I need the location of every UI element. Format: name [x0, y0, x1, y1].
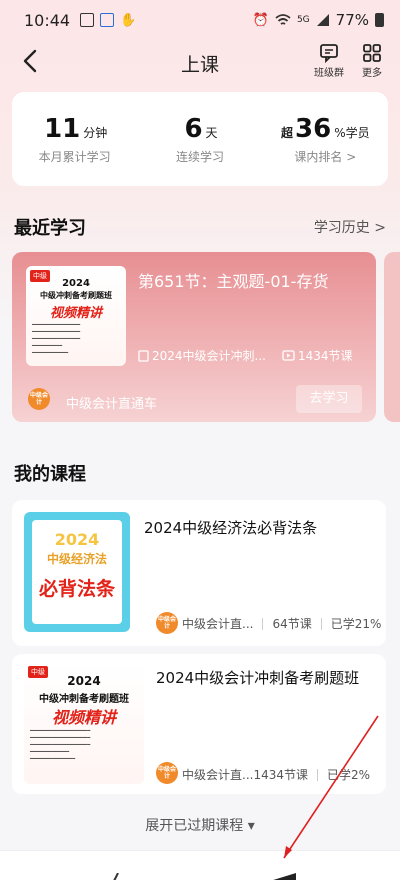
annotation-arrow [283, 715, 379, 859]
